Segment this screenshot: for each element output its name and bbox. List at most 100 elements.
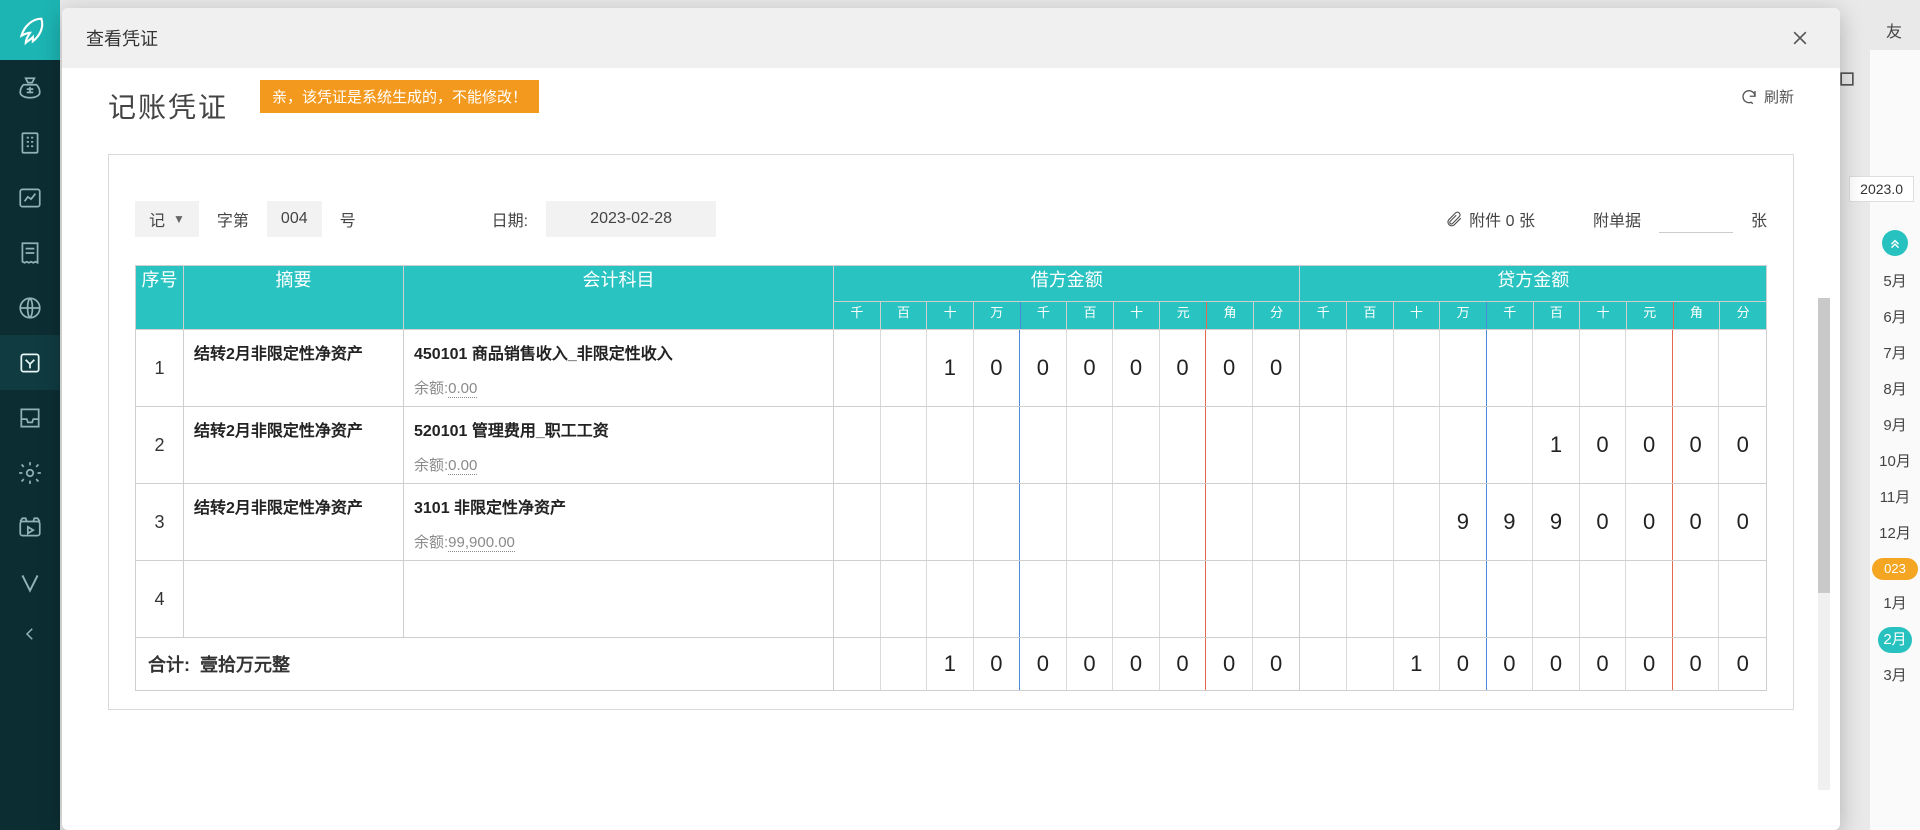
digit: [1300, 484, 1347, 560]
row-index: 3: [136, 484, 184, 561]
row-debit[interactable]: [834, 407, 1300, 484]
row-credit[interactable]: 9990000: [1300, 484, 1767, 561]
digit: [1020, 407, 1067, 483]
gear-icon: [17, 460, 43, 486]
digit: 0: [1626, 484, 1673, 560]
digit: [1440, 561, 1487, 637]
digit: [881, 638, 928, 690]
sidebar-item-3[interactable]: [0, 170, 60, 225]
digit: 0: [1253, 638, 1300, 690]
month-7月[interactable]: 7月: [1879, 336, 1911, 372]
digit: 0: [1487, 638, 1534, 690]
digit: [1300, 330, 1347, 406]
sidebar-item-6[interactable]: [0, 335, 60, 390]
voucher-date: 2023-02-28: [590, 210, 672, 228]
credit-unit-元-7: 元: [1626, 302, 1673, 330]
left-sidebar: [0, 0, 60, 830]
month-12月[interactable]: 12月: [1879, 516, 1911, 552]
sidebar-item-9[interactable]: [0, 500, 60, 555]
date-label: 日期:: [488, 207, 532, 231]
sidebar-item-5[interactable]: [0, 280, 60, 335]
modal-scrollbar[interactable]: [1818, 298, 1830, 790]
row-debit[interactable]: [834, 561, 1300, 638]
voucher-number-input[interactable]: 004: [267, 201, 322, 237]
month-10月[interactable]: 10月: [1879, 444, 1911, 480]
voucher-head: 记账凭证 亲，该凭证是系统生成的，不能修改！ 刷新: [108, 86, 1794, 126]
digit: 0: [1719, 484, 1766, 560]
row-credit[interactable]: 10000: [1300, 407, 1767, 484]
digit: [1440, 330, 1487, 406]
scroll-top-button[interactable]: [1882, 230, 1908, 256]
month-8月[interactable]: 8月: [1879, 372, 1911, 408]
modal-header: 查看凭证: [62, 8, 1840, 68]
sidebar-item-8[interactable]: [0, 445, 60, 500]
digit: 9: [1487, 484, 1534, 560]
voucher-date-input[interactable]: 2023-02-28: [546, 201, 716, 237]
refresh-button[interactable]: 刷新: [1740, 86, 1794, 107]
year-pill[interactable]: 023: [1872, 558, 1918, 580]
refresh-icon: [1740, 88, 1758, 106]
scrollbar-thumb[interactable]: [1818, 298, 1830, 593]
row-summary[interactable]: 结转2月非限定性净资产: [184, 330, 404, 407]
month-1月[interactable]: 1月: [1878, 586, 1912, 622]
credit-unit-十-2: 十: [1393, 302, 1440, 330]
total-credit-cell: 10000000: [1300, 638, 1767, 691]
sidebar-item-7[interactable]: [0, 390, 60, 445]
digit: [1113, 561, 1160, 637]
attachment-count[interactable]: 附件 0 张: [1445, 207, 1535, 231]
digit: [1206, 407, 1253, 483]
digit: 0: [1160, 330, 1207, 406]
row-debit[interactable]: 10000000: [834, 330, 1300, 407]
digit: 0: [1580, 407, 1627, 483]
feather-icon: [13, 13, 47, 47]
row-summary[interactable]: 结转2月非限定性净资产: [184, 484, 404, 561]
sidebar-item-10[interactable]: [0, 555, 60, 610]
month-11月[interactable]: 11月: [1879, 480, 1911, 516]
row-account[interactable]: 520101 管理费用_职工工资余额:0.00: [404, 407, 834, 484]
digit: [1160, 561, 1207, 637]
month-5月[interactable]: 5月: [1879, 264, 1911, 300]
row-index: 4: [136, 561, 184, 638]
square-icon: [1837, 69, 1857, 89]
row-account[interactable]: 450101 商品销售收入_非限定性收入余额:0.00: [404, 330, 834, 407]
digit: [1253, 484, 1300, 560]
digit: [1347, 330, 1394, 406]
digit: 0: [1673, 407, 1720, 483]
sidebar-item-1[interactable]: [0, 60, 60, 115]
digit: [1533, 561, 1580, 637]
row-summary[interactable]: [184, 561, 404, 638]
row-account[interactable]: 3101 非限定性净资产余额:99,900.00: [404, 484, 834, 561]
row-debit[interactable]: [834, 484, 1300, 561]
period-tag[interactable]: 2023.0: [1849, 176, 1914, 202]
digit: [974, 561, 1021, 637]
month-9月[interactable]: 9月: [1879, 408, 1911, 444]
modal-close-button[interactable]: [1784, 22, 1816, 54]
row-summary[interactable]: 结转2月非限定性净资产: [184, 407, 404, 484]
voucher-type-select[interactable]: 记 ▼: [135, 201, 199, 237]
digit: 0: [974, 330, 1021, 406]
digit: [927, 561, 974, 637]
month-2月[interactable]: 2月: [1878, 627, 1912, 653]
credit-unit-百-5: 百: [1533, 302, 1580, 330]
debit-unit-万-3: 万: [973, 302, 1020, 330]
debit-unit-角-8: 角: [1207, 302, 1254, 330]
app-logo[interactable]: [0, 0, 60, 60]
attach-slip-input[interactable]: [1659, 205, 1733, 233]
sidebar-collapse[interactable]: [0, 614, 60, 654]
digit: [834, 638, 881, 690]
debit-unit-千-0: 千: [834, 302, 881, 330]
digit: [1487, 407, 1534, 483]
month-6月[interactable]: 6月: [1879, 300, 1911, 336]
chevron-down-icon: ▼: [173, 212, 185, 226]
sidebar-item-4[interactable]: [0, 225, 60, 280]
row-credit[interactable]: [1300, 561, 1767, 638]
digit: [1626, 330, 1673, 406]
row-credit[interactable]: [1300, 330, 1767, 407]
row-account[interactable]: [404, 561, 834, 638]
digit: [1719, 330, 1766, 406]
debit-unit-分-9: 分: [1253, 302, 1300, 330]
digit: 0: [1067, 330, 1114, 406]
sidebar-item-2[interactable]: [0, 115, 60, 170]
month-3月[interactable]: 3月: [1878, 658, 1912, 694]
close-icon: [1790, 28, 1810, 48]
